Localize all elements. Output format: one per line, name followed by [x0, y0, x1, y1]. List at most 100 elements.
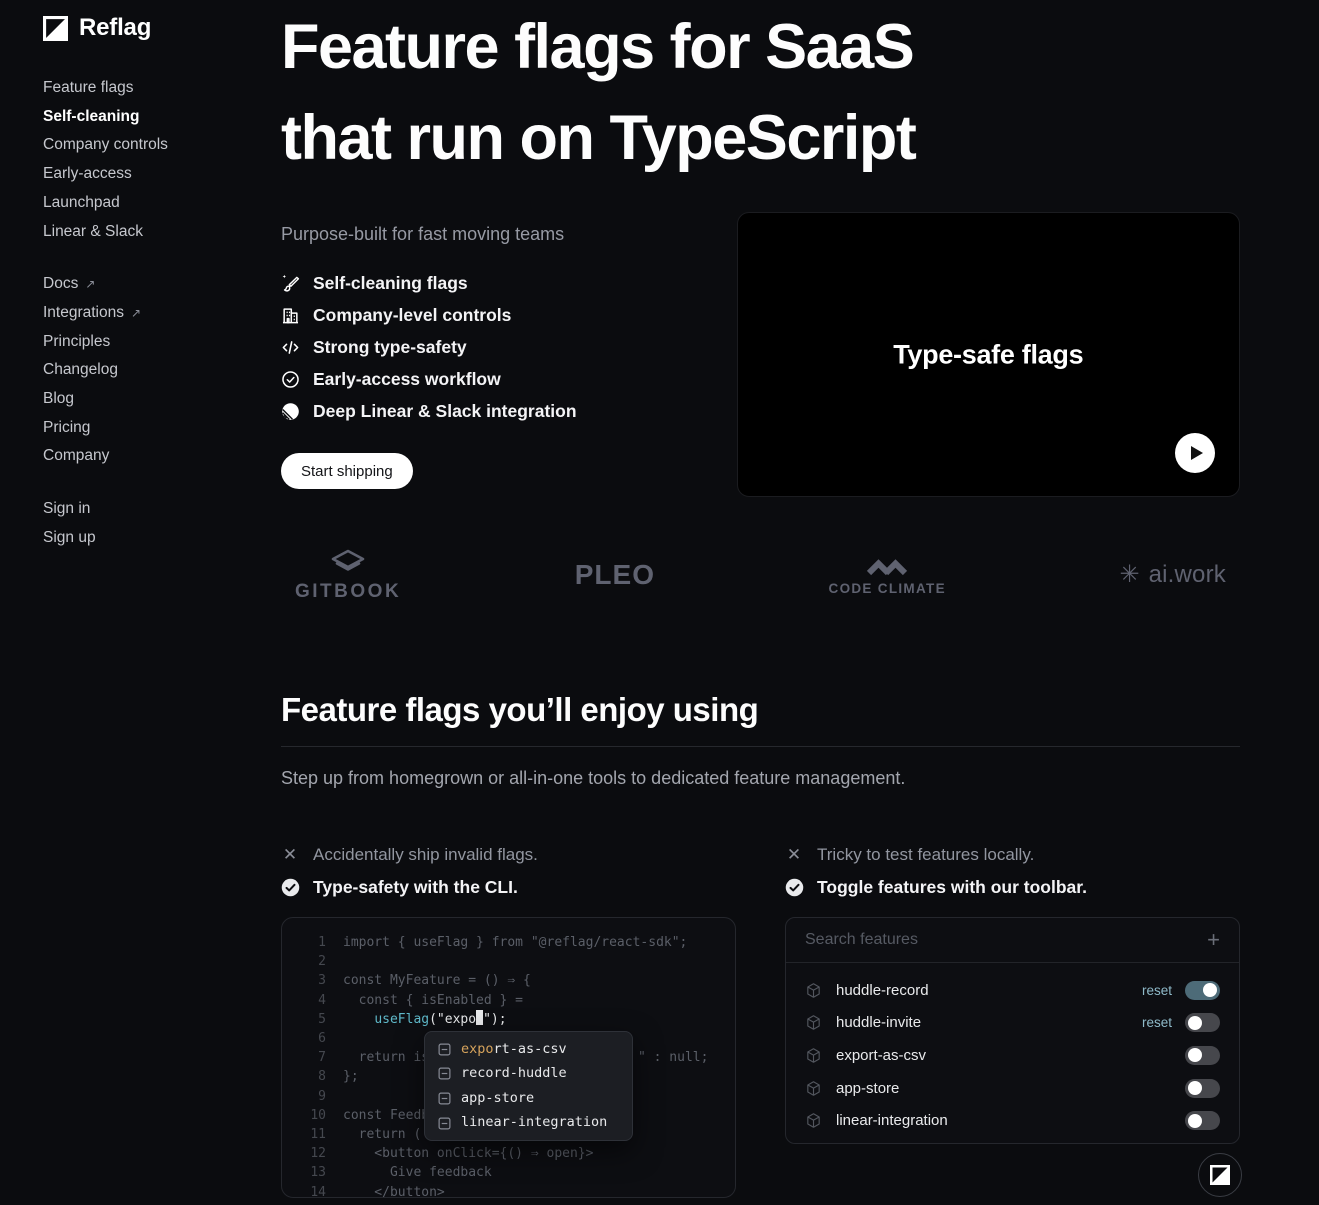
section-subheading: Step up from homegrown or all-in-one too…: [281, 768, 906, 788]
brand-name: Reflag: [79, 14, 152, 41]
column-type-safety: ✕ Accidentally ship invalid flags. Type-…: [281, 844, 736, 1198]
problem-row: ✕ Accidentally ship invalid flags.: [281, 844, 736, 866]
aiwork-wordmark: ai.work: [1148, 561, 1226, 588]
toggle-huddle-invite[interactable]: [1185, 1013, 1220, 1033]
problem-text: Tricky to test features locally.: [817, 845, 1035, 864]
reflag-logo-icon: [1210, 1165, 1230, 1185]
section-divider: [281, 746, 1240, 747]
feature-item-linear-slack: Deep Linear & Slack integration: [281, 400, 737, 422]
sidebar-item-blog[interactable]: Blog: [43, 385, 268, 414]
nav-divider-gap: [43, 246, 268, 270]
sidebar-item-company-controls[interactable]: Company controls: [43, 131, 268, 160]
toggle-knob: [1188, 1113, 1202, 1128]
autocomplete-label: record-huddle: [461, 1065, 567, 1082]
reset-link[interactable]: reset: [1142, 983, 1172, 998]
code-line: Give feedback: [343, 1165, 492, 1181]
sidebar-item-early-access[interactable]: Early-access: [43, 160, 268, 189]
autocomplete-label: app-store: [461, 1089, 535, 1106]
line-number: 12: [310, 1146, 326, 1162]
sidebar-item-sign-in[interactable]: Sign in: [43, 495, 268, 524]
linear-icon: [281, 402, 300, 421]
feature-label: Company-level controls: [313, 304, 512, 325]
sidebar-item-feature-flags[interactable]: Feature flags: [43, 74, 268, 103]
feature-row-linear-integration: linear-integration: [805, 1104, 1220, 1137]
toggle-knob: [1188, 1048, 1202, 1063]
solution-text: Type-safety with the CLI.: [313, 876, 518, 897]
search-input[interactable]: [805, 931, 1208, 949]
code-line: };: [343, 1069, 359, 1085]
aiwork-logo: ✳ ai.work: [1119, 561, 1226, 589]
toolbar-rows: huddle-record reset huddle-invite reset: [786, 963, 1239, 1137]
feature-item-self-cleaning: Self-cleaning flags: [281, 272, 737, 294]
toggle-huddle-record[interactable]: [1185, 980, 1220, 1000]
code-line: return (: [343, 1127, 422, 1143]
solution-row: Toggle features with our toolbar.: [785, 876, 1240, 898]
sidebar-item-company[interactable]: Company: [43, 442, 268, 471]
line-number: 9: [318, 1088, 326, 1104]
reset-link[interactable]: reset: [1142, 1015, 1172, 1030]
flag-field-icon: [438, 1092, 451, 1105]
add-feature-button[interactable]: +: [1207, 929, 1220, 951]
hero-row: Purpose-built for fast moving teams Self…: [281, 212, 1240, 497]
brand-logo[interactable]: Reflag: [43, 14, 268, 42]
codeclimate-wordmark: CODE CLIMATE: [828, 581, 946, 596]
toggle-knob: [1188, 1081, 1202, 1096]
toolbar-header: +: [786, 918, 1239, 963]
toggle-app-store[interactable]: [1185, 1078, 1220, 1098]
code-line: const MyFeature = () ⇒ {: [343, 973, 531, 989]
customer-logos: GITBOOK PLEO CODE CLIMATE ✳ ai.work: [281, 544, 1240, 606]
autocomplete-item-export-as-csv[interactable]: export-as-csv: [425, 1037, 632, 1062]
feature-name: huddle-record: [836, 981, 929, 999]
autocomplete-item-app-store[interactable]: app-store: [425, 1086, 632, 1111]
check-circle-icon: [281, 370, 300, 389]
feature-item-early-access: Early-access workflow: [281, 368, 737, 390]
code-line: <button onClick={() ⇒ open}>: [343, 1146, 594, 1162]
sidebar-item-docs[interactable]: Docs ↗: [43, 270, 268, 299]
autocomplete-label: linear-integration: [461, 1114, 608, 1131]
autocomplete-item-record-huddle[interactable]: record-huddle: [425, 1062, 632, 1087]
sidebar-item-launchpad[interactable]: Launchpad: [43, 189, 268, 218]
sidebar-item-sign-up[interactable]: Sign up: [43, 524, 268, 553]
solution-row: Type-safety with the CLI.: [281, 876, 736, 898]
sidebar-item-principles[interactable]: Principles: [43, 328, 268, 357]
feature-label: Deep Linear & Slack integration: [313, 400, 577, 421]
sidebar-item-linear-slack[interactable]: Linear & Slack: [43, 218, 268, 247]
line-number: 11: [310, 1127, 326, 1143]
x-icon: ✕: [786, 845, 802, 864]
play-button[interactable]: [1175, 433, 1215, 473]
reflag-widget-button[interactable]: [1198, 1153, 1242, 1197]
cube-icon: [805, 1047, 822, 1064]
x-icon: ✕: [282, 845, 298, 864]
check-filled-icon: [281, 878, 300, 897]
main-content: Feature flags for SaaS that run on TypeS…: [281, 0, 1240, 1198]
code-icon: [281, 338, 300, 357]
sidebar-item-changelog[interactable]: Changelog: [43, 356, 268, 385]
feature-name: linear-integration: [836, 1112, 948, 1130]
toggle-linear-integration[interactable]: [1185, 1111, 1220, 1131]
comparison-columns: ✕ Accidentally ship invalid flags. Type-…: [281, 844, 1240, 1198]
flag-field-icon: [438, 1043, 451, 1056]
asterisk-icon: ✳: [1119, 561, 1140, 588]
start-shipping-button[interactable]: Start shipping: [281, 453, 413, 489]
code-line: return isE: [343, 1050, 437, 1066]
toggle-export-as-csv[interactable]: [1185, 1045, 1220, 1065]
problem-row: ✕ Tricky to test features locally.: [785, 844, 1240, 866]
gitbook-icon: [327, 548, 369, 576]
gitbook-wordmark: GITBOOK: [295, 580, 402, 602]
line-number: 1: [318, 935, 326, 950]
autocomplete-item-linear-integration[interactable]: linear-integration: [425, 1111, 632, 1136]
video-caption: Type-safe flags: [893, 339, 1084, 369]
sidebar-nav: Feature flags Self-cleaning Company cont…: [43, 74, 268, 553]
sidebar-item-integrations[interactable]: Integrations ↗: [43, 299, 268, 328]
line-number: 3: [318, 973, 326, 989]
feature-item-type-safety: Strong type-safety: [281, 336, 737, 358]
codeclimate-logo: CODE CLIMATE: [829, 554, 946, 596]
section-heading: Feature flags you’ll enjoy using: [281, 691, 759, 728]
sidebar-item-self-cleaning[interactable]: Self-cleaning: [43, 103, 268, 132]
code-line-tail: " : null;: [638, 1050, 709, 1066]
gitbook-logo: GITBOOK: [295, 548, 401, 603]
sidebar-item-pricing[interactable]: Pricing: [43, 414, 268, 443]
demo-video[interactable]: Type-safe flags: [736, 212, 1240, 497]
pleo-wordmark: PLEO: [574, 559, 655, 590]
pleo-logo: PLEO: [575, 559, 655, 591]
